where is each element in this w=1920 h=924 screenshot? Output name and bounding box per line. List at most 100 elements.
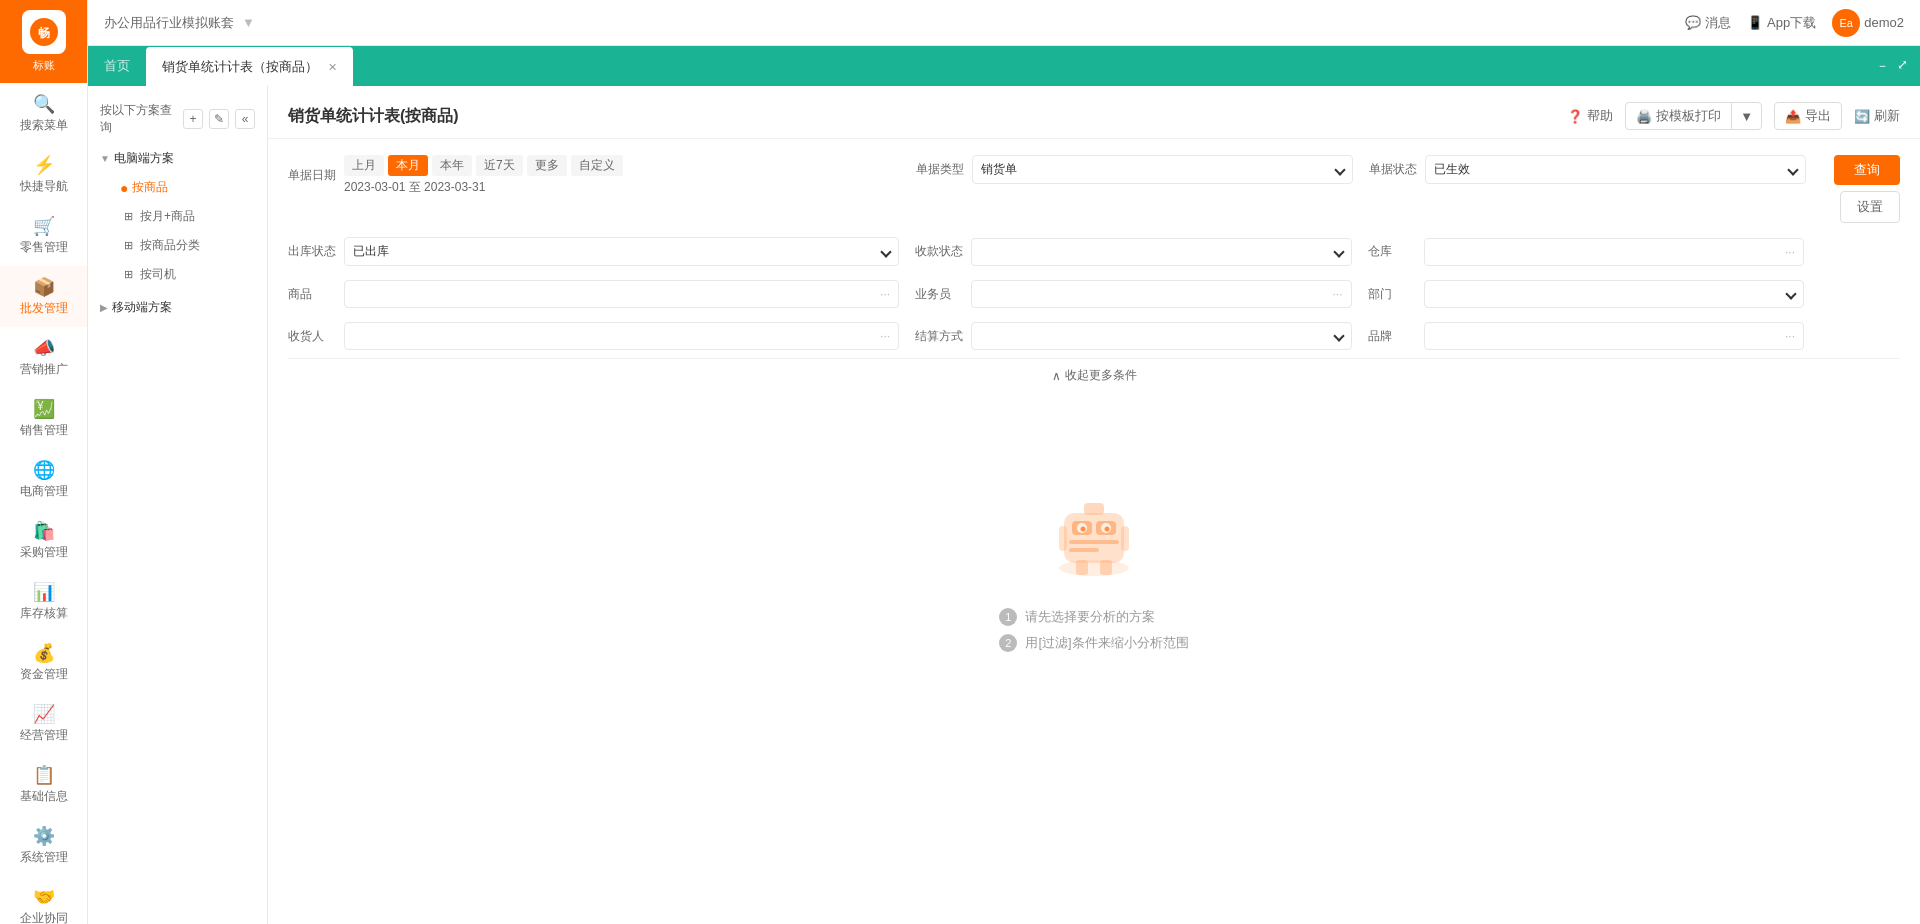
date-tab-current-month[interactable]: 本月 <box>388 155 428 176</box>
empty-illustration <box>1034 468 1154 588</box>
help-btn[interactable]: ❓ 帮助 <box>1567 107 1613 125</box>
sidebar-item-corp[interactable]: 🤝 企业协同 <box>0 876 87 924</box>
settlement-control[interactable] <box>971 322 1351 350</box>
search-icon: 🔍 <box>33 93 55 115</box>
message-btn[interactable]: 💬 消息 <box>1685 14 1731 32</box>
sidebar-item-ecom-label: 电商管理 <box>20 483 68 500</box>
print-btn[interactable]: 🖨️ 按模板打印 <box>1626 103 1732 129</box>
department-label: 部门 <box>1368 286 1424 303</box>
sidebar-item-basics[interactable]: 📋 基础信息 <box>0 754 87 815</box>
sidebar-item-sales[interactable]: 💹 销售管理 <box>0 388 87 449</box>
sidebar-item-inventory[interactable]: 📊 库存核算 <box>0 571 87 632</box>
department-chevron-icon <box>1785 288 1796 299</box>
sidebar-item-purchase[interactable]: 🛍️ 采购管理 <box>0 510 87 571</box>
logo-area[interactable]: 畅 标账 <box>0 0 87 83</box>
tree-parent-mobile[interactable]: ▶ 移动端方案 <box>88 293 267 322</box>
recipient-control[interactable]: ··· <box>344 322 899 350</box>
brand-control[interactable]: ··· <box>1424 322 1804 350</box>
product-control[interactable]: ··· <box>344 280 899 308</box>
app-download-label: App下载 <box>1767 14 1816 32</box>
main-area: 办公用品行业模拟账套 ▼ 💬 消息 📱 App下载 Ea demo2 首页 <box>88 0 1920 924</box>
filter-row-2: 出库状态 已出库 收款状态 仓库 <box>288 237 1900 266</box>
user-area[interactable]: Ea demo2 <box>1832 9 1904 37</box>
svg-rect-7 <box>1069 548 1099 552</box>
sidebar-item-system-label: 系统管理 <box>20 849 68 866</box>
maximize-icon[interactable]: ⤢ <box>1897 57 1908 75</box>
tab-home[interactable]: 首页 <box>88 46 146 86</box>
page-header: 销货单统计计表(按商品) ❓ 帮助 🖨️ 按模板打印 ▼ 📤 <box>268 86 1920 139</box>
settlement-chevron-icon <box>1333 330 1344 341</box>
tree-parent-desktop[interactable]: ▼ 电脑端方案 <box>88 144 267 173</box>
receipt-status-label: 收款状态 <box>915 243 971 260</box>
sidebar-item-marketing[interactable]: 📣 营销推广 <box>0 327 87 388</box>
warehouse-dots-icon: ··· <box>1785 245 1795 259</box>
system-icon: ⚙️ <box>33 825 55 847</box>
collapse-label: 收起更多条件 <box>1065 367 1137 384</box>
sidebar-item-finance[interactable]: 💰 资金管理 <box>0 632 87 693</box>
collapse-bar[interactable]: ∧ 收起更多条件 <box>288 358 1900 392</box>
out-status-group: 出库状态 已出库 <box>288 237 899 266</box>
department-control[interactable] <box>1424 280 1804 308</box>
sidebar-item-system[interactable]: ⚙️ 系统管理 <box>0 815 87 876</box>
inventory-icon: 📊 <box>33 581 55 603</box>
svg-rect-16 <box>1100 560 1112 575</box>
add-scheme-btn[interactable]: + <box>183 109 203 129</box>
bill-status-control[interactable]: 已生效 <box>1425 155 1806 184</box>
finance-icon: 💰 <box>33 642 55 664</box>
sidebar-item-ops[interactable]: 📈 经营管理 <box>0 693 87 754</box>
brand-dots-icon: ··· <box>1785 329 1795 343</box>
left-panel-icons: + ✎ « <box>183 109 255 129</box>
minimize-icon[interactable]: － <box>1876 57 1889 75</box>
content-wrapper: 按以下方案查询 + ✎ « ▼ 电脑端方案 <box>88 86 1920 924</box>
sidebar-item-retail[interactable]: 🛒 零售管理 <box>0 205 87 266</box>
salesperson-label: 业务员 <box>915 286 971 303</box>
wholesale-icon: 📦 <box>33 276 55 298</box>
reset-button[interactable]: 设置 <box>1840 191 1900 223</box>
app-download-btn[interactable]: 📱 App下载 <box>1747 14 1816 32</box>
export-btn[interactable]: 📤 导出 <box>1774 102 1842 130</box>
collapse-panel-btn[interactable]: « <box>235 109 255 129</box>
avatar-text: Ea <box>1840 17 1853 29</box>
date-tab-current-year[interactable]: 本年 <box>432 155 472 176</box>
svg-point-11 <box>1105 527 1110 532</box>
refresh-btn[interactable]: 🔄 刷新 <box>1854 107 1900 125</box>
sidebar-item-search[interactable]: 🔍 搜索菜单 <box>0 83 87 144</box>
tab-close-icon[interactable]: ✕ <box>328 61 337 74</box>
corp-icon: 🤝 <box>33 886 55 908</box>
page-title: 销货单统计计表(按商品) <box>288 106 459 127</box>
app-title: 办公用品行业模拟账套 <box>104 14 234 32</box>
tab-bar: 首页 销货单统计计表（按商品） ✕ － ⤢ <box>88 46 1920 86</box>
sidebar-item-wholesale[interactable]: 📦 批发管理 <box>0 266 87 327</box>
warehouse-group: 仓库 ··· <box>1368 238 1804 266</box>
date-tab-more[interactable]: 更多 <box>527 155 567 176</box>
dropdown-arrow-icon[interactable]: ▼ <box>242 15 255 30</box>
salesperson-control[interactable]: ··· <box>971 280 1351 308</box>
tab-sales-stat[interactable]: 销货单统计计表（按商品） ✕ <box>146 47 353 87</box>
sidebar-item-ecom[interactable]: 🌐 电商管理 <box>0 449 87 510</box>
tab-expand: － ⤢ <box>1864 57 1920 75</box>
product-label: 商品 <box>288 286 344 303</box>
date-tab-last7[interactable]: 近7天 <box>476 155 523 176</box>
tree-child-by-cashier[interactable]: ⊞ 按司机 <box>88 260 267 289</box>
svg-rect-14 <box>1121 526 1129 551</box>
tree-child-by-category[interactable]: ⊞ 按商品分类 <box>88 231 267 260</box>
print-dropdown-arrow[interactable]: ▼ <box>1732 105 1761 128</box>
tree-child-by-product[interactable]: ● 按商品 <box>88 173 267 202</box>
date-tab-prev-month[interactable]: 上月 <box>344 155 384 176</box>
sidebar-item-sales-label: 销售管理 <box>20 422 68 439</box>
out-status-chevron-icon <box>880 246 891 257</box>
edit-scheme-btn[interactable]: ✎ <box>209 109 229 129</box>
sidebar-item-quick-nav[interactable]: ⚡ 快捷导航 <box>0 144 87 205</box>
top-header: 办公用品行业模拟账套 ▼ 💬 消息 📱 App下载 Ea demo2 <box>88 0 1920 46</box>
filter-row-3: 商品 ··· 业务员 ··· 部门 <box>288 280 1900 308</box>
out-status-control[interactable]: 已出库 <box>344 237 899 266</box>
bill-type-control[interactable]: 销货单 <box>972 155 1353 184</box>
page-actions: ❓ 帮助 🖨️ 按模板打印 ▼ 📤 导出 <box>1567 102 1900 130</box>
receipt-status-control[interactable] <box>971 238 1351 266</box>
date-tab-custom[interactable]: 自定义 <box>571 155 623 176</box>
recipient-dots-icon: ··· <box>880 329 890 343</box>
query-button[interactable]: 查询 <box>1834 155 1900 185</box>
warehouse-control[interactable]: ··· <box>1424 238 1804 266</box>
tree-child-by-month-product[interactable]: ⊞ 按月+商品 <box>88 202 267 231</box>
add-icon: + <box>189 112 196 126</box>
